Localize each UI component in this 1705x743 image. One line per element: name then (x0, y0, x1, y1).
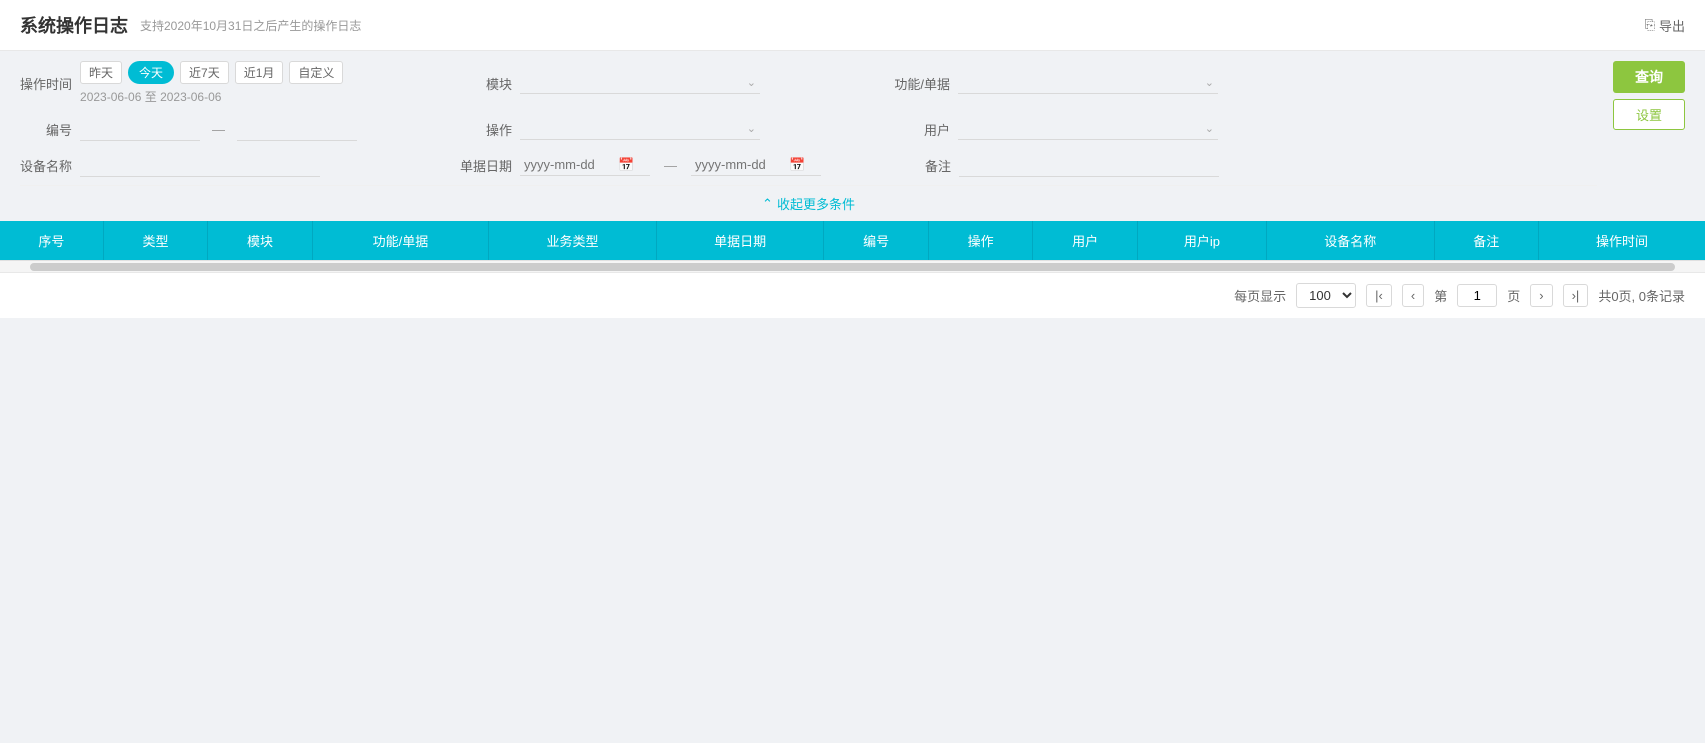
export-label: 导出 (1659, 16, 1685, 35)
page-last-btn[interactable]: ›| (1563, 284, 1589, 307)
col-device: 设备名称 (1266, 221, 1434, 260)
filter-panel: 操作时间 昨天 今天 近7天 近1月 自定义 2023-06-06 至 2023… (0, 51, 1705, 217)
module-dropdown[interactable]: ⌄ (520, 72, 760, 94)
action-buttons: 查询 设置 (1613, 61, 1685, 130)
page-header: 系统操作日志 支持2020年10月31日之后产生的操作日志 ⎘ 导出 (0, 0, 1705, 51)
device-label: 设备名称 (20, 156, 72, 175)
filter-row-2: 编号 — 操作 ⌄ 用户 ⌄ (20, 117, 1597, 141)
module-filter-col: 模块 ⌄ (400, 72, 820, 94)
operation-dropdown[interactable]: ⌄ (520, 118, 760, 140)
docdate-dash: — (664, 158, 677, 173)
remark-filter-col: 备注 (821, 153, 1597, 177)
col-module: 模块 (208, 221, 312, 260)
user-label: 用户 (880, 120, 950, 139)
device-filter-col: 设备名称 (20, 153, 400, 177)
page-suffix: 页 (1507, 286, 1520, 305)
col-docdate: 单据日期 (656, 221, 824, 260)
num-dash: — (212, 122, 225, 137)
remark-label: 备注 (881, 156, 951, 175)
time-btn-custom[interactable]: 自定义 (289, 61, 343, 84)
docdate-label: 单据日期 (460, 156, 512, 175)
func-arrow-icon: ⌄ (1205, 76, 1214, 89)
user-dropdown[interactable]: ⌄ (958, 118, 1218, 140)
table-container: 序号 类型 模块 功能/单据 业务类型 单据日期 编号 操作 用户 用户ip 设… (0, 221, 1705, 260)
num-start-input[interactable] (80, 117, 200, 141)
device-input[interactable] (80, 153, 320, 177)
col-type: 类型 (103, 221, 207, 260)
docdate-end-wrap: 📅 (691, 155, 821, 176)
page-title: 系统操作日志 (20, 12, 128, 38)
calendar-start-icon[interactable]: 📅 (618, 157, 634, 173)
col-remark: 备注 (1434, 221, 1538, 260)
calendar-end-icon[interactable]: 📅 (789, 157, 805, 173)
export-icon: ⎘ (1645, 17, 1655, 33)
num-end-input[interactable] (237, 117, 357, 141)
num-label: 编号 (20, 120, 72, 139)
num-filter-col: 编号 — (20, 117, 400, 141)
time-btn-7days[interactable]: 近7天 (180, 61, 229, 84)
col-num: 编号 (824, 221, 928, 260)
scrollbar-container[interactable] (0, 260, 1705, 272)
func-label: 功能/单据 (880, 74, 950, 93)
header-left: 系统操作日志 支持2020年10月31日之后产生的操作日志 (20, 12, 361, 38)
collapse-chevron-icon: ⌃ (762, 196, 773, 212)
operation-filter-col: 操作 ⌄ (400, 118, 820, 140)
docdate-filter-col: 单据日期 📅 — 📅 (400, 155, 821, 176)
table-header: 序号 类型 模块 功能/单据 业务类型 单据日期 编号 操作 用户 用户ip 设… (0, 221, 1705, 260)
func-filter-col: 功能/单据 ⌄ (820, 72, 1597, 94)
total-info: 共0页, 0条记录 (1598, 286, 1685, 305)
time-btn-today[interactable]: 今天 (128, 61, 174, 84)
filter-row-1: 操作时间 昨天 今天 近7天 近1月 自定义 2023-06-06 至 2023… (20, 61, 1597, 105)
query-button[interactable]: 查询 (1613, 61, 1685, 93)
page-next-btn[interactable]: › (1530, 284, 1552, 307)
operation-arrow-icon: ⌄ (747, 122, 756, 135)
module-arrow-icon: ⌄ (747, 76, 756, 89)
docdate-start-input[interactable] (524, 157, 614, 172)
docdate-end-input[interactable] (695, 157, 785, 172)
user-filter-col: 用户 ⌄ (820, 118, 1597, 140)
time-label: 操作时间 (20, 74, 72, 93)
page-prev-btn[interactable]: ‹ (1402, 284, 1424, 307)
filter-row-3: 设备名称 单据日期 📅 — 📅 备注 (20, 153, 1597, 177)
settings-button[interactable]: 设置 (1613, 99, 1685, 130)
per-page-select[interactable]: 100 10 20 50 200 (1296, 283, 1356, 308)
col-seq: 序号 (0, 221, 103, 260)
col-optime: 操作时间 (1539, 221, 1705, 260)
scrollbar-thumb[interactable] (30, 263, 1675, 271)
page-number-input[interactable] (1457, 284, 1497, 307)
time-filter-col: 操作时间 昨天 今天 近7天 近1月 自定义 2023-06-06 至 2023… (20, 61, 400, 105)
time-range-text: 2023-06-06 至 2023-06-06 (80, 88, 343, 105)
data-table: 序号 类型 模块 功能/单据 业务类型 单据日期 编号 操作 用户 用户ip 设… (0, 221, 1705, 260)
func-dropdown[interactable]: ⌄ (958, 72, 1218, 94)
col-func: 功能/单据 (312, 221, 488, 260)
docdate-start-wrap: 📅 (520, 155, 650, 176)
pagination-bar: 每页显示 100 10 20 50 200 |‹ ‹ 第 页 › ›| 共0页,… (0, 272, 1705, 318)
col-biztype: 业务类型 (489, 221, 657, 260)
user-arrow-icon: ⌄ (1205, 122, 1214, 135)
col-userip: 用户ip (1137, 221, 1266, 260)
page-label: 第 (1434, 286, 1447, 305)
col-user: 用户 (1033, 221, 1137, 260)
collapse-label: 收起更多条件 (777, 194, 855, 213)
num-range: — (80, 117, 357, 141)
time-buttons: 昨天 今天 近7天 近1月 自定义 (80, 61, 343, 84)
table-header-row: 序号 类型 模块 功能/单据 业务类型 单据日期 编号 操作 用户 用户ip 设… (0, 221, 1705, 260)
export-button[interactable]: ⎘ 导出 (1645, 16, 1685, 35)
collapse-bar[interactable]: ⌃ 收起更多条件 (20, 185, 1597, 217)
per-page-label: 每页显示 (1234, 286, 1286, 305)
remark-input[interactable] (959, 153, 1219, 177)
operation-label: 操作 (460, 120, 512, 139)
time-btn-yesterday[interactable]: 昨天 (80, 61, 122, 84)
time-btn-1month[interactable]: 近1月 (235, 61, 284, 84)
module-label: 模块 (460, 74, 512, 93)
page-subtitle: 支持2020年10月31日之后产生的操作日志 (140, 17, 361, 34)
page-first-btn[interactable]: |‹ (1366, 284, 1392, 307)
filter-grid: 操作时间 昨天 今天 近7天 近1月 自定义 2023-06-06 至 2023… (20, 61, 1597, 217)
col-operation: 操作 (928, 221, 1032, 260)
time-filter-area: 昨天 今天 近7天 近1月 自定义 2023-06-06 至 2023-06-0… (80, 61, 343, 105)
